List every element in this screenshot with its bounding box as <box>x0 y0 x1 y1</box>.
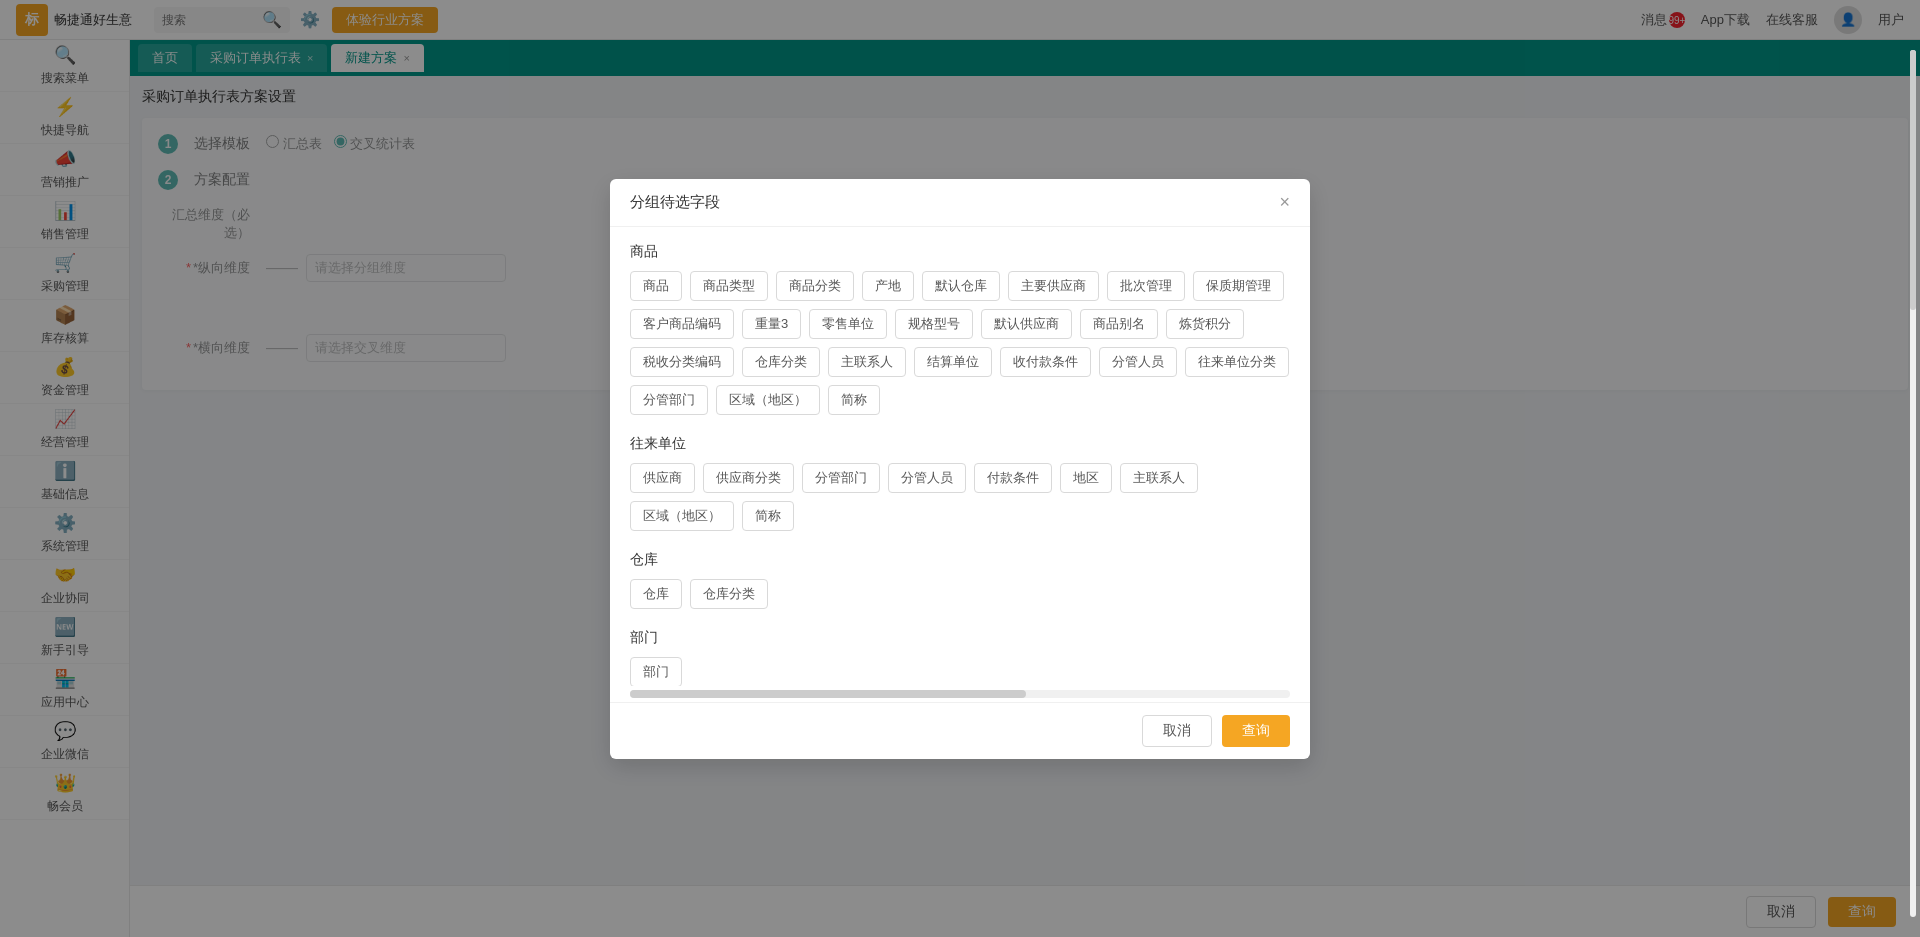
modal-confirm-button[interactable]: 查询 <box>1222 715 1290 747</box>
modal-dialog: 分组待选字段 × 商品 商品 商品类型 商品分类 产地 默认仓库 主要供应商 批… <box>610 179 1310 759</box>
section-partner-title: 往来单位 <box>630 435 1290 453</box>
horizontal-scrollbar[interactable] <box>630 690 1290 698</box>
modal-header: 分组待选字段 × <box>610 179 1310 227</box>
field-batch-mgmt[interactable]: 批次管理 <box>1107 271 1185 301</box>
field-quality-period[interactable]: 保质期管理 <box>1193 271 1284 301</box>
section-partner: 往来单位 供应商 供应商分类 分管部门 分管人员 付款条件 地区 主联系人 区域… <box>630 435 1290 531</box>
field-goods[interactable]: 商品 <box>630 271 682 301</box>
field-payment-condition[interactable]: 付款条件 <box>974 463 1052 493</box>
field-goods-alias[interactable]: 商品别名 <box>1080 309 1158 339</box>
section-dept: 部门 部门 <box>630 629 1290 686</box>
field-region-partner[interactable]: 区域（地区） <box>630 501 734 531</box>
section-warehouse: 仓库 仓库 仓库分类 <box>630 551 1290 609</box>
field-person-manage[interactable]: 分管人员 <box>888 463 966 493</box>
partner-fields: 供应商 供应商分类 分管部门 分管人员 付款条件 地区 主联系人 区域（地区） … <box>630 463 1290 531</box>
field-origin[interactable]: 产地 <box>862 271 914 301</box>
hscroll-thumb <box>630 690 1026 698</box>
section-warehouse-title: 仓库 <box>630 551 1290 569</box>
field-dept-supervisor[interactable]: 分管部门 <box>630 385 708 415</box>
field-retail-unit[interactable]: 零售单位 <box>809 309 887 339</box>
field-warehouse-type[interactable]: 仓库分类 <box>690 579 768 609</box>
modal-hscroll <box>610 686 1310 702</box>
section-dept-title: 部门 <box>630 629 1290 647</box>
field-main-supplier[interactable]: 主要供应商 <box>1008 271 1099 301</box>
field-short-name-goods[interactable]: 简称 <box>828 385 880 415</box>
field-goods-category[interactable]: 商品分类 <box>776 271 854 301</box>
field-supplier[interactable]: 供应商 <box>630 463 695 493</box>
modal-title: 分组待选字段 <box>630 193 720 212</box>
field-warehouse-category[interactable]: 仓库分类 <box>742 347 820 377</box>
field-customer-code[interactable]: 客户商品编码 <box>630 309 734 339</box>
field-dept-manage[interactable]: 分管部门 <box>802 463 880 493</box>
modal-close-button[interactable]: × <box>1279 193 1290 211</box>
field-default-warehouse[interactable]: 默认仓库 <box>922 271 1000 301</box>
field-main-contact-p[interactable]: 主联系人 <box>1120 463 1198 493</box>
warehouse-fields: 仓库 仓库分类 <box>630 579 1290 609</box>
field-supervisor[interactable]: 分管人员 <box>1099 347 1177 377</box>
vertical-scrollbar[interactable] <box>1910 50 1916 917</box>
field-dept[interactable]: 部门 <box>630 657 682 686</box>
field-settlement-unit[interactable]: 结算单位 <box>914 347 992 377</box>
dept-fields: 部门 <box>630 657 1290 686</box>
field-refine-points[interactable]: 炼货积分 <box>1166 309 1244 339</box>
section-goods: 商品 商品 商品类型 商品分类 产地 默认仓库 主要供应商 批次管理 保质期管理… <box>630 243 1290 415</box>
field-payment-terms[interactable]: 收付款条件 <box>1000 347 1091 377</box>
field-weight3[interactable]: 重量3 <box>742 309 801 339</box>
modal-body: 商品 商品 商品类型 商品分类 产地 默认仓库 主要供应商 批次管理 保质期管理… <box>610 227 1310 686</box>
modal-cancel-button[interactable]: 取消 <box>1142 715 1212 747</box>
field-supplier-category[interactable]: 供应商分类 <box>703 463 794 493</box>
section-goods-title: 商品 <box>630 243 1290 261</box>
modal-overlay: 分组待选字段 × 商品 商品 商品类型 商品分类 产地 默认仓库 主要供应商 批… <box>0 0 1920 937</box>
goods-fields: 商品 商品类型 商品分类 产地 默认仓库 主要供应商 批次管理 保质期管理 客户… <box>630 271 1290 415</box>
field-partner-category[interactable]: 往来单位分类 <box>1185 347 1289 377</box>
field-tax-code[interactable]: 税收分类编码 <box>630 347 734 377</box>
field-main-contact[interactable]: 主联系人 <box>828 347 906 377</box>
modal-footer: 取消 查询 <box>610 702 1310 759</box>
field-region-goods[interactable]: 区域（地区） <box>716 385 820 415</box>
field-area[interactable]: 地区 <box>1060 463 1112 493</box>
field-warehouse[interactable]: 仓库 <box>630 579 682 609</box>
field-goods-type[interactable]: 商品类型 <box>690 271 768 301</box>
vscroll-thumb <box>1910 50 1916 310</box>
field-short-name-partner[interactable]: 简称 <box>742 501 794 531</box>
field-default-supplier[interactable]: 默认供应商 <box>981 309 1072 339</box>
field-spec-model[interactable]: 规格型号 <box>895 309 973 339</box>
